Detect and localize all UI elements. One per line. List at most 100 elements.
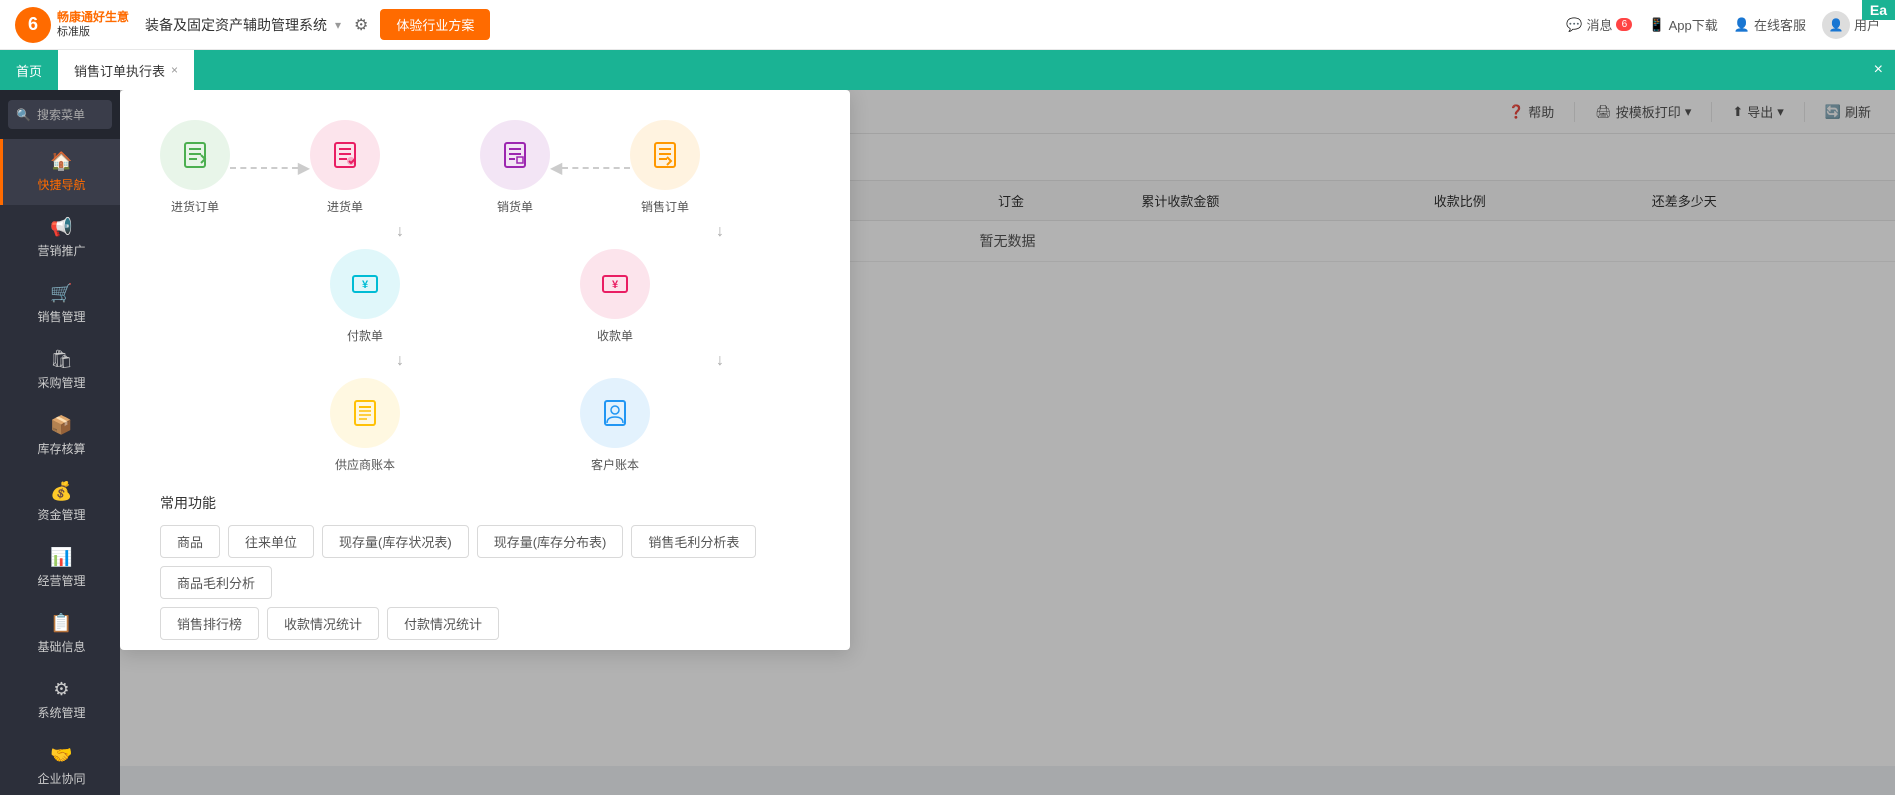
logo-area: 6 畅康通好生意 标准版 [15,7,135,43]
common-functions-title: 常用功能 [160,493,810,513]
sidebar-search-btn[interactable]: 🔍 搜索菜单 [8,100,112,129]
arrow-po-to-pb: ▶ [230,158,310,178]
top-header: 6 畅康通好生意 标准版 装备及固定资产辅助管理系统 ▾ ⚙ 体验行业方案 💬 … [0,0,1895,50]
sales-icon: 🛒 [50,283,72,304]
logo-icon: 6 [15,7,51,43]
sidebar: 🔍 搜索菜单 🏠 快捷导航 📢 营销推广 🛒 销售管理 🛍 采购管理 📦 库存核… [0,90,120,795]
func-btn-payment-stats[interactable]: 付款情况统计 [387,607,499,640]
sidebar-item-system[interactable]: ⚙ 系统管理 [0,667,120,733]
sales-bill-icon [499,139,531,171]
flow-circle-payment-out: ¥ [330,249,400,319]
flow-label-purchase-bill: 进货单 [327,198,363,215]
func-btn-product-margin[interactable]: 商品毛利分析 [160,566,272,599]
common-functions: 常用功能 商品 往来单位 现存量(库存状况表) 现存量(库存分布表) 销售毛利分… [160,493,810,640]
ea-badge: Ea [1862,0,1895,20]
flow-node-payment-in[interactable]: ¥ 收款单 [580,249,650,344]
flow-node-customer-account[interactable]: 客户账本 [580,378,650,473]
flow-node-payment-out[interactable]: ¥ 付款单 [330,249,400,344]
func-buttons-row2: 销售排行榜 收款情况统计 付款情况统计 [160,607,810,640]
func-btn-sales-margin[interactable]: 销售毛利分析表 [631,525,756,558]
flow-node-purchase-bill[interactable]: 进货单 [310,120,380,215]
func-btn-contacts[interactable]: 往来单位 [228,525,314,558]
system-dropdown-icon[interactable]: ▾ [335,18,341,32]
flow-node-sales-bill[interactable]: 销货单 [480,120,550,215]
sidebar-item-label-sales: 销售管理 [37,308,85,325]
flow-circle-sales-bill [480,120,550,190]
system-icon: ⚙ [53,679,69,700]
flow-circle-purchase-bill [310,120,380,190]
tab-close-icon[interactable]: × [171,63,178,77]
func-btn-receipt-stats[interactable]: 收款情况统计 [267,607,379,640]
experience-btn[interactable]: 体验行业方案 [380,9,490,40]
sidebar-item-purchase[interactable]: 🛍 采购管理 [0,337,120,403]
content-area: ❓ 帮助 🖨 按模板打印 ▾ ⬆ 导出 ▾ 🔄 刷新 [120,90,1895,795]
purchase-icon: 🛍 [50,349,73,370]
tab-bar: 首页 销售订单执行表 × × [0,50,1895,90]
flow-node-sales-order[interactable]: 销售订单 [630,120,700,215]
func-btn-stock-dist[interactable]: 现存量(库存分布表) [477,525,624,558]
sidebar-item-basic-info[interactable]: 📋 基础信息 [0,601,120,667]
system-title-area: 装备及固定资产辅助管理系统 ▾ ⚙ [145,15,368,35]
flow-label-payment-in: 收款单 [597,327,633,344]
flow-label-supplier-account: 供应商账本 [335,456,395,473]
func-buttons-row1: 商品 往来单位 现存量(库存状况表) 现存量(库存分布表) 销售毛利分析表 商品… [160,525,810,599]
payment-in-icon: ¥ [599,268,631,300]
sidebar-item-label-cooperation: 企业协同 [37,770,85,787]
func-btn-stock-status[interactable]: 现存量(库存状况表) [322,525,469,558]
sidebar-item-label-inventory: 库存核算 [37,440,85,457]
app-download-btn[interactable]: 📱 App下载 [1648,15,1717,34]
header-right: 💬 消息 6 📱 App下载 👤 在线客服 👤 用户 Ea [1566,11,1880,39]
sidebar-item-inventory[interactable]: 📦 库存核算 [0,403,120,469]
arrow-pay-in-down: ↓ [685,352,755,370]
tab-sales-exec[interactable]: 销售订单执行表 × [58,50,194,90]
purchase-bill-icon [329,139,361,171]
basic-info-icon: 📋 [50,613,72,634]
flow-label-purchase-order: 进货订单 [171,198,219,215]
quick-nav-icon: 🏠 [50,151,72,172]
flow-node-purchase-order[interactable]: 进货订单 [160,120,230,215]
cooperation-icon: 🤝 [50,745,72,766]
sidebar-item-label-purchase: 采购管理 [37,374,85,391]
flow-label-payment-out: 付款单 [347,327,383,344]
flow-label-customer-account: 客户账本 [591,456,639,473]
sidebar-item-cooperation[interactable]: 🤝 企业协同 [0,733,120,795]
sidebar-item-marketing[interactable]: 📢 营销推广 [0,205,120,271]
func-btn-product[interactable]: 商品 [160,525,220,558]
quick-nav-modal: 进货订单 ▶ [120,90,850,650]
logo-text: 畅康通好生意 标准版 [57,10,129,40]
inventory-icon: 📦 [50,415,72,436]
finance-icon: 💰 [50,481,72,502]
arrow-so-to-sb: ◀ [550,158,630,178]
flow-label-sales-order: 销售订单 [641,198,689,215]
arrow-pay-out-down: ↓ [365,352,435,370]
customer-account-icon [599,397,631,429]
sidebar-item-finance[interactable]: 💰 资金管理 [0,469,120,535]
flow-circle-payment-in: ¥ [580,249,650,319]
modal-overlay[interactable]: 进货订单 ▶ [120,90,1895,795]
flow-circle-purchase-order [160,120,230,190]
system-title-text: 装备及固定资产辅助管理系统 [145,15,327,35]
online-service-btn[interactable]: 👤 在线客服 [1734,15,1806,34]
download-icon: 📱 [1648,17,1664,33]
sales-order-icon [649,139,681,171]
settings-icon[interactable]: ⚙ [354,15,368,35]
tab-home[interactable]: 首页 [0,50,58,90]
arrow-pb-down: ↓ [365,223,435,241]
operations-icon: 📊 [50,547,72,568]
message-btn[interactable]: 💬 消息 6 [1566,15,1632,34]
marketing-icon: 📢 [50,217,72,238]
flow-circle-customer-account [580,378,650,448]
sidebar-item-label-marketing: 营销推广 [37,242,85,259]
sidebar-item-quick-nav[interactable]: 🏠 快捷导航 [0,139,120,205]
sidebar-item-label-basic-info: 基础信息 [37,638,85,655]
flow-label-sales-bill: 销货单 [497,198,533,215]
service-icon: 👤 [1734,17,1750,33]
func-btn-sales-rank[interactable]: 销售排行榜 [160,607,259,640]
sidebar-item-operations[interactable]: 📊 经营管理 [0,535,120,601]
tab-home-label: 首页 [16,61,42,80]
svg-text:¥: ¥ [612,279,619,291]
sidebar-item-sales[interactable]: 🛒 销售管理 [0,271,120,337]
search-icon: 🔍 [16,108,31,122]
tab-bar-close-icon[interactable]: × [1874,61,1883,79]
flow-node-supplier-account[interactable]: 供应商账本 [330,378,400,473]
